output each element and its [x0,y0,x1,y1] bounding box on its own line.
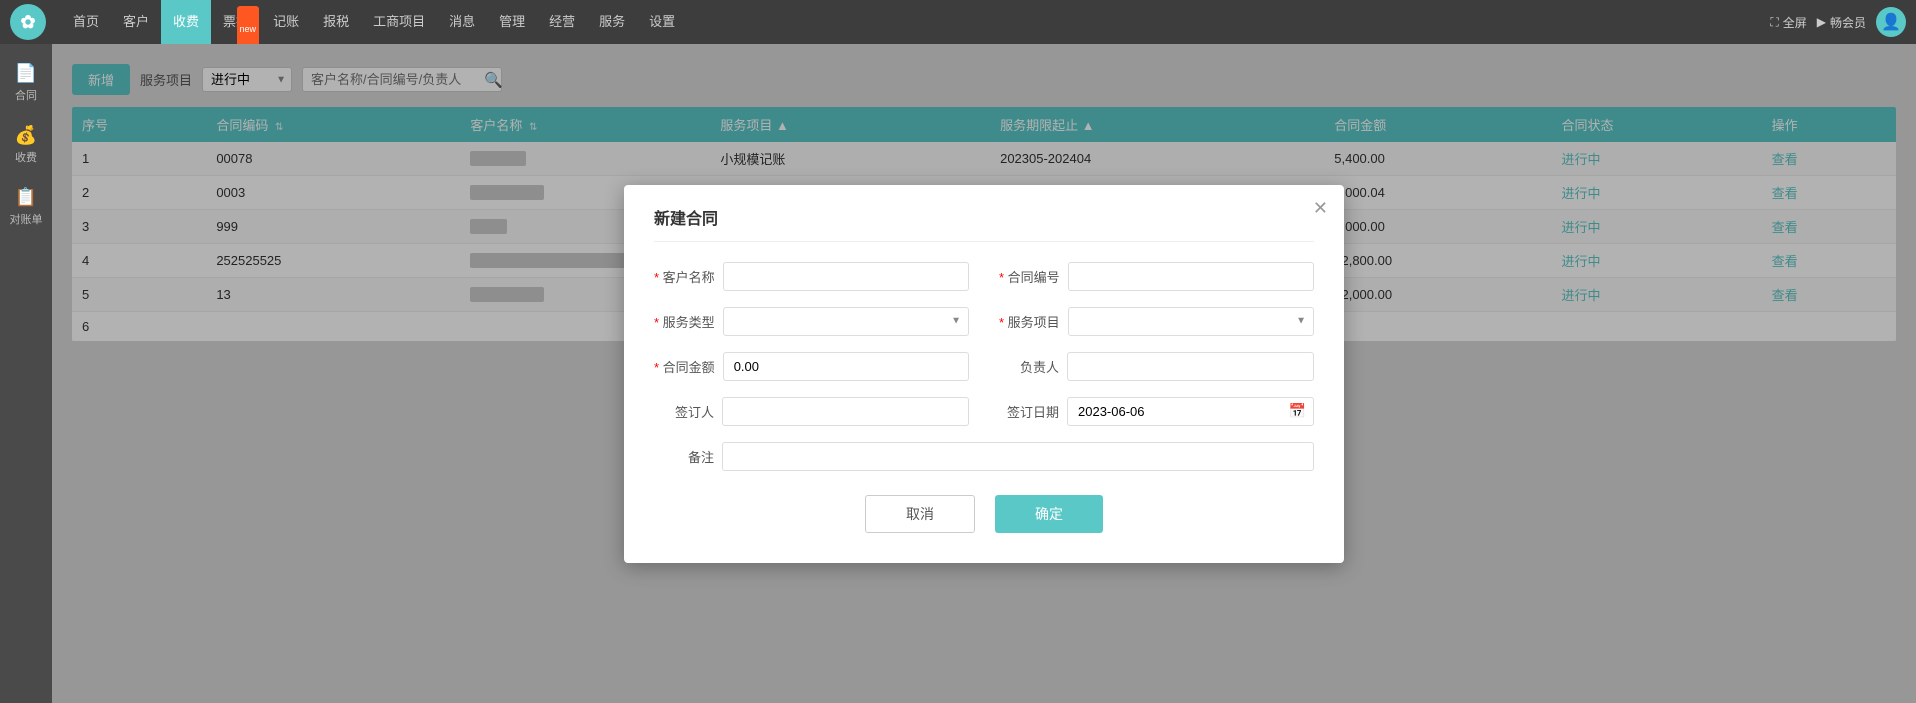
vip-button[interactable]: ▶ 畅会员 [1817,14,1866,31]
vip-icon: ▶ [1817,15,1826,29]
form-row-person-in-charge: 负责人 [999,352,1314,381]
contract-no-label: 合同编号 [999,267,1060,286]
form-row-service-item: 服务项目 [999,307,1314,336]
sign-date-input[interactable] [1067,397,1314,426]
nav-item-business[interactable]: 工商项目 [361,0,437,44]
nav-item-service[interactable]: 服务 [587,0,637,44]
fullscreen-button[interactable]: ⛶ 全屏 [1770,14,1806,31]
avatar[interactable]: 👤 [1876,7,1906,37]
service-item-label: 服务项目 [999,312,1060,331]
customer-name-input[interactable] [723,262,969,291]
form-row-remark: 备注 [654,442,1314,471]
service-item-select-wrapper [1068,307,1314,336]
form-row-contract-no: 合同编号 [999,262,1314,291]
nav-item-operation[interactable]: 经营 [537,0,587,44]
cancel-button[interactable]: 取消 [865,495,975,533]
remark-label: 备注 [654,447,714,466]
new-contract-modal: 新建合同 ✕ 客户名称 合同编号 服务类型 [624,185,1344,563]
fee-icon: 💰 [15,124,37,146]
form-row-service-type: 服务类型 [654,307,969,336]
sidebar-item-reconciliation[interactable]: 📋 对账单 [0,178,52,235]
remark-input[interactable] [722,442,1314,471]
nav-item-tax[interactable]: 报税 [311,0,361,44]
top-nav: ✿ 首页 客户 收费 票据 new 记账 报税 工商项目 消息 管理 经营 服务… [0,0,1916,44]
form-row-amount: 合同金额 [654,352,969,381]
sign-date-wrapper: 📅 [1067,397,1314,426]
nav-item-fee[interactable]: 收费 [161,0,211,44]
nav-item-home[interactable]: 首页 [61,0,111,44]
left-sidebar: 📄 合同 💰 收费 📋 对账单 [0,44,52,703]
confirm-button[interactable]: 确定 [995,495,1103,533]
modal-form: 客户名称 合同编号 服务类型 [654,262,1314,471]
nav-item-invoice[interactable]: 票据 new [211,0,261,44]
contract-icon: 📄 [15,62,37,84]
nav-item-bookkeeping[interactable]: 记账 [261,0,311,44]
nav-item-settings[interactable]: 设置 [637,0,687,44]
top-nav-right: ⛶ 全屏 ▶ 畅会员 👤 [1770,7,1906,37]
customer-name-label: 客户名称 [654,267,715,286]
sidebar-item-fee[interactable]: 💰 收费 [0,116,52,173]
nav-item-customer[interactable]: 客户 [111,0,161,44]
person-in-charge-input[interactable] [1067,352,1314,381]
modal-footer: 取消 确定 [654,495,1314,533]
nav-item-manage[interactable]: 管理 [487,0,537,44]
form-row-signer: 签订人 [654,397,969,426]
signer-label: 签订人 [654,402,714,421]
fullscreen-icon: ⛶ [1770,15,1778,30]
modal-overlay: 新建合同 ✕ 客户名称 合同编号 服务类型 [52,44,1916,703]
contract-no-input[interactable] [1068,262,1314,291]
modal-close-button[interactable]: ✕ [1313,199,1328,217]
main-layout: 📄 合同 💰 收费 📋 对账单 新增 服务项目 进行中 已完成 已终止 [0,44,1916,703]
service-item-select[interactable] [1068,307,1314,336]
person-in-charge-label: 负责人 [999,357,1059,376]
modal-title: 新建合同 [654,205,1314,242]
service-type-select-wrapper [723,307,969,336]
app-logo: ✿ [10,4,46,40]
form-row-sign-date: 签订日期 📅 [999,397,1314,426]
reconciliation-icon: 📋 [15,186,37,208]
amount-label: 合同金额 [654,357,715,376]
sign-date-label: 签订日期 [999,402,1059,421]
form-row-customer: 客户名称 [654,262,969,291]
nav-item-message[interactable]: 消息 [437,0,487,44]
amount-input[interactable] [723,352,969,381]
signer-input[interactable] [722,397,969,426]
sidebar-item-contract[interactable]: 📄 合同 [0,54,52,111]
content-area: 新增 服务项目 进行中 已完成 已终止 🔍 序号 合同编码 ⇅ 客户名称 ⇅ [52,44,1916,703]
service-type-select[interactable] [723,307,969,336]
service-type-label: 服务类型 [654,312,715,331]
